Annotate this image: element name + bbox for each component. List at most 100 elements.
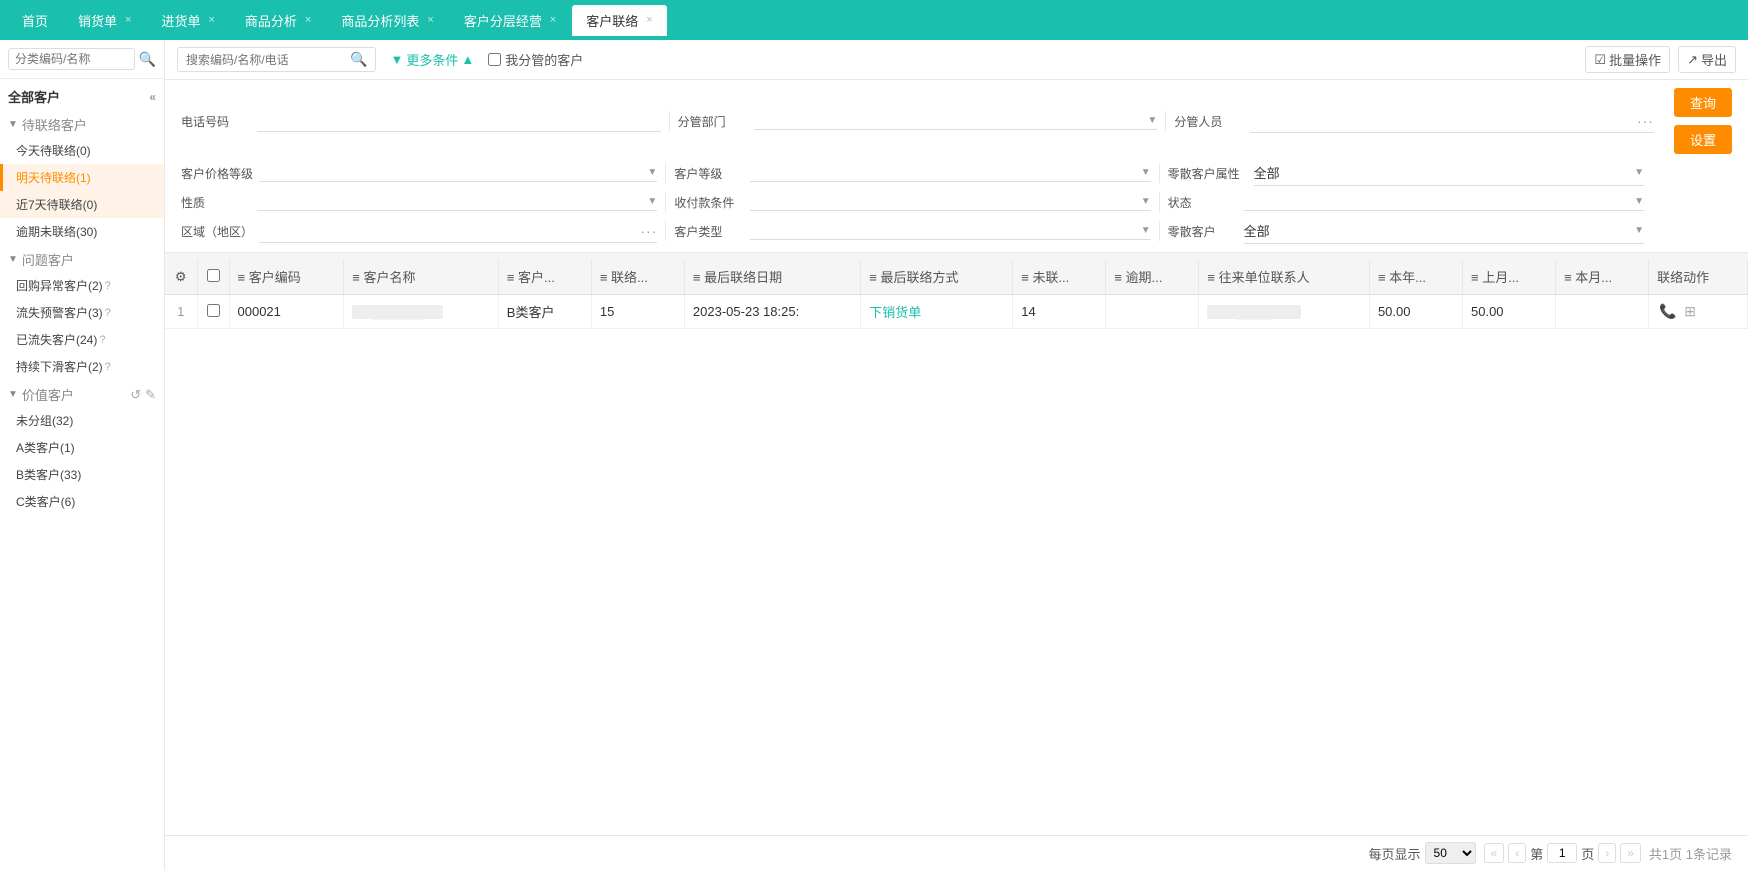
col-settings[interactable]: ⚙ bbox=[165, 259, 197, 295]
row-checkbox-cell bbox=[197, 295, 229, 329]
nav-close-icon[interactable]: × bbox=[427, 14, 433, 26]
col-last-date: ≡ 最后联络日期 bbox=[684, 259, 860, 295]
row-last-method: 下销货单 bbox=[861, 295, 1013, 329]
chevron-up-icon: ▲ bbox=[461, 52, 474, 67]
region-select[interactable]: ··· bbox=[259, 220, 657, 243]
per-page-select[interactable]: 50 100 200 bbox=[1425, 842, 1476, 864]
nav-close-icon[interactable]: × bbox=[305, 14, 311, 26]
row-this-month bbox=[1556, 295, 1649, 329]
customer-level-select[interactable]: ▼ bbox=[750, 164, 1150, 182]
qr-action-icon[interactable]: ⊞ bbox=[1684, 303, 1696, 319]
sidebar-item-7days[interactable]: 近7天待联络(0) bbox=[0, 191, 164, 218]
sidebar-item-declining[interactable]: 持续下滑客户(2) ? bbox=[0, 353, 164, 380]
batch-op-btn[interactable]: ☑ 批量操作 bbox=[1585, 46, 1670, 73]
nav-customer-segment[interactable]: 客户分层经营 × bbox=[450, 5, 570, 36]
sidebar-item-churn-warning[interactable]: 流失预警客户(3) ? bbox=[0, 299, 164, 326]
payment-select[interactable]: ▼ bbox=[750, 193, 1150, 211]
chevron-down-icon: ▼ bbox=[647, 196, 657, 207]
sidebar-item-churned[interactable]: 已流失客户(24) ? bbox=[0, 326, 164, 353]
row-name: ██████ bbox=[344, 295, 499, 329]
row-code: 000021 bbox=[229, 295, 344, 329]
nav-close-active-icon[interactable]: × bbox=[646, 14, 652, 26]
retail-select[interactable]: 全部 ▼ bbox=[1244, 218, 1644, 244]
sidebar-item-ungrouped[interactable]: 未分组(32) bbox=[0, 407, 164, 434]
sidebar-item-repurchase[interactable]: 回购异常客户(2) ? bbox=[0, 272, 164, 299]
dept-select[interactable]: ▼ bbox=[754, 112, 1158, 130]
settings-btn[interactable]: 设置 bbox=[1674, 125, 1732, 154]
chevron-down-icon: ▼ bbox=[1141, 225, 1151, 236]
filter-dept: 分管部门 ▼ bbox=[678, 112, 1158, 130]
sidebar-search-input[interactable] bbox=[8, 48, 135, 70]
chevron-down-icon: ▼ bbox=[1634, 167, 1644, 178]
next-page-btn[interactable]: › bbox=[1598, 843, 1616, 863]
checkbox-icon: ☑ bbox=[1594, 52, 1606, 68]
price-level-select[interactable]: ▼ bbox=[259, 164, 657, 182]
filter-row-3: 性质 ▼ 收付款条件 ▼ 状态 bbox=[181, 192, 1732, 212]
manager-select[interactable]: ··· bbox=[1250, 110, 1654, 133]
arrow-icon: ▼ bbox=[8, 389, 18, 400]
sidebar-item-tomorrow[interactable]: 明天待联络(1) bbox=[0, 164, 164, 191]
row-last-date: 2023-05-23 18:25: bbox=[684, 295, 860, 329]
prev-page-btn[interactable]: ‹ bbox=[1508, 843, 1526, 863]
sidebar-group-problem[interactable]: ▼ 问题客户 bbox=[0, 245, 164, 272]
sidebar-item-a-class[interactable]: A类客户(1) bbox=[0, 434, 164, 461]
page-input[interactable] bbox=[1547, 843, 1577, 863]
last-page-btn[interactable]: » bbox=[1620, 843, 1641, 863]
phone-action-icon[interactable]: 📞 bbox=[1659, 303, 1676, 319]
search-input[interactable] bbox=[186, 53, 346, 67]
search-box: 🔍 bbox=[177, 47, 376, 72]
footer: 每页显示 50 100 200 « ‹ 第 页 › » 共1页 1条记录 bbox=[165, 835, 1748, 870]
dots-icon: ··· bbox=[640, 223, 657, 239]
select-all-checkbox[interactable] bbox=[207, 269, 220, 282]
refresh-icon[interactable]: ↺ bbox=[130, 387, 141, 403]
col-last-method: ≡ 最后联络方式 bbox=[861, 259, 1013, 295]
sidebar-item-c-class[interactable]: C类客户(6) bbox=[0, 488, 164, 515]
main-layout: 🔍 全部客户 « ▼ 待联络客户 今天待联络(0) 明天待联络(1) 近7天待联… bbox=[0, 40, 1748, 870]
filter-price-level: 客户价格等级 ▼ bbox=[181, 164, 657, 182]
filter-customer-level: 客户等级 ▼ bbox=[674, 164, 1150, 182]
export-btn[interactable]: ↗ 导出 bbox=[1678, 46, 1736, 73]
col-code: ≡ 客户编码 bbox=[229, 259, 344, 295]
collapse-icon[interactable]: « bbox=[149, 90, 156, 104]
nav-product-analysis[interactable]: 商品分析 × bbox=[231, 5, 325, 36]
retail-attr-select[interactable]: 全部 ▼ bbox=[1254, 160, 1644, 186]
last-method-link[interactable]: 下销货单 bbox=[869, 305, 921, 320]
nav-product-analysis-list[interactable]: 商品分析列表 × bbox=[327, 5, 447, 36]
customer-type-select[interactable]: ▼ bbox=[750, 222, 1150, 240]
nav-close-icon[interactable]: × bbox=[125, 14, 131, 26]
row-no-contact: 14 bbox=[1013, 295, 1106, 329]
col-name: ≡ 客户名称 bbox=[344, 259, 499, 295]
row-index: 1 bbox=[165, 295, 197, 329]
edit-icon[interactable]: ✎ bbox=[145, 387, 156, 403]
sidebar-group-pending[interactable]: ▼ 待联络客户 bbox=[0, 110, 164, 137]
nav-sales[interactable]: 销货单 × bbox=[64, 5, 145, 36]
filter-customer-type: 客户类型 ▼ bbox=[674, 222, 1150, 240]
more-filter-btn[interactable]: ▼ 更多条件 ▲ bbox=[384, 47, 480, 72]
sidebar-all-customers[interactable]: 全部客户 « bbox=[0, 79, 164, 110]
nav-purchase[interactable]: 进货单 × bbox=[147, 5, 228, 36]
sidebar-search-icon[interactable]: 🔍 bbox=[139, 51, 156, 68]
phone-input[interactable] bbox=[257, 111, 661, 132]
status-select[interactable]: ▼ bbox=[1244, 193, 1644, 211]
sidebar-item-today[interactable]: 今天待联络(0) bbox=[0, 137, 164, 164]
my-customers-checkbox[interactable] bbox=[488, 53, 501, 66]
query-btn[interactable]: 查询 bbox=[1674, 88, 1732, 117]
filter-icon: ▼ bbox=[390, 52, 403, 67]
nav-close-icon[interactable]: × bbox=[208, 14, 214, 26]
row-select-checkbox[interactable] bbox=[207, 304, 220, 317]
filter-payment: 收付款条件 ▼ bbox=[674, 193, 1150, 211]
first-page-btn[interactable]: « bbox=[1484, 843, 1505, 863]
toolbar: 🔍 ▼ 更多条件 ▲ 我分管的客户 ☑ 批量操作 ↗ 导出 bbox=[165, 40, 1748, 80]
chevron-down-icon: ▼ bbox=[1141, 167, 1151, 178]
nav-customer-contact[interactable]: 客户联络 × bbox=[572, 5, 666, 36]
nature-select[interactable]: ▼ bbox=[257, 193, 657, 211]
nav-home[interactable]: 首页 bbox=[8, 5, 62, 36]
row-contact: 15 bbox=[591, 295, 684, 329]
nav-close-icon[interactable]: × bbox=[550, 14, 556, 26]
sidebar-group-value[interactable]: ▼ 价值客户 ↺ ✎ bbox=[0, 380, 164, 407]
search-icon[interactable]: 🔍 bbox=[350, 51, 367, 68]
export-icon: ↗ bbox=[1687, 52, 1698, 68]
row-type: B类客户 bbox=[498, 295, 591, 329]
sidebar-item-b-class[interactable]: B类客户(33) bbox=[0, 461, 164, 488]
sidebar-item-overdue[interactable]: 逾期未联络(30) bbox=[0, 218, 164, 245]
